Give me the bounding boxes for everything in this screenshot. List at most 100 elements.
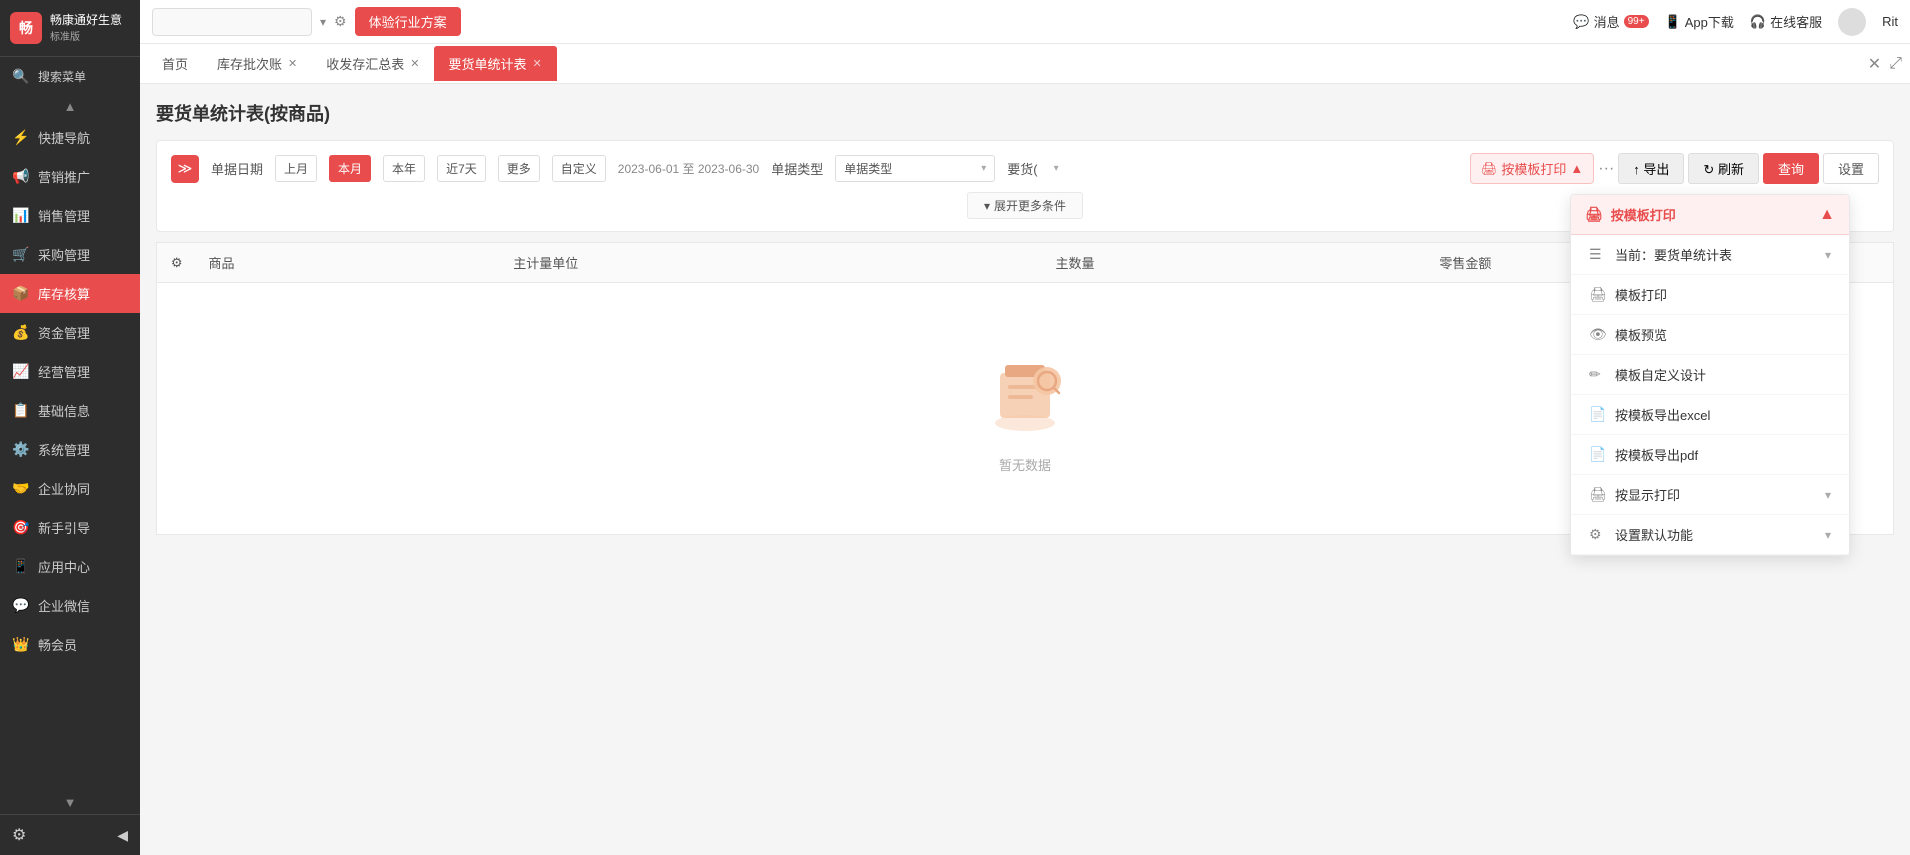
sidebar-scroll-up[interactable]: ▲ [0, 95, 140, 118]
settings-button[interactable]: 设置 [1823, 153, 1879, 184]
sidebar-item-finance[interactable]: 💰 资金管理 [0, 313, 140, 352]
export-excel-label: 按模板导出excel [1615, 405, 1831, 424]
template-preview-label: 模板预览 [1615, 325, 1831, 344]
newbie-icon: 🎯 [12, 519, 30, 537]
tab-order-summary[interactable]: 要货单统计表 ✕ [434, 46, 556, 81]
header-right: 💬 消息 99+ 📱 App下载 🎧 在线客服 Rit [1573, 8, 1898, 36]
export-button[interactable]: ↑ 导出 [1618, 153, 1684, 184]
trial-button[interactable]: 体验行业方案 [355, 7, 461, 36]
sidebar-nav: ⚡ 快捷导航 📢 营销推广 📊 销售管理 🛒 采购管理 📦 库存核算 💰 资金管… [0, 118, 140, 791]
doc-type-select[interactable]: 单据类型 ▾ [835, 155, 995, 182]
sidebar-bottom: ⚙ ◀ [0, 814, 140, 855]
query-button[interactable]: 查询 [1763, 153, 1819, 184]
tab-home[interactable]: 首页 [148, 46, 203, 81]
sidebar-item-quick-nav[interactable]: ⚡ 快捷导航 [0, 118, 140, 157]
header: ▾ ⚙ 体验行业方案 💬 消息 99+ 📱 App下载 🎧 在线客服 Rit [140, 0, 1910, 44]
logo-name: 畅康通好生意 [50, 13, 122, 29]
date-label: 单据日期 [211, 159, 263, 178]
refresh-icon: ↻ [1703, 162, 1714, 177]
sidebar-item-basic-info[interactable]: 📋 基础信息 [0, 391, 140, 430]
more-options-icon[interactable]: ··· [1598, 160, 1614, 178]
sidebar-item-system[interactable]: ⚙️ 系统管理 [0, 430, 140, 469]
tab-home-label: 首页 [162, 54, 188, 73]
basic-info-icon: 📋 [12, 402, 30, 420]
sidebar-item-vip[interactable]: 👑 畅会员 [0, 625, 140, 664]
sidebar-item-enterprise[interactable]: 🤝 企业协同 [0, 469, 140, 508]
date-btn-more[interactable]: 更多 [498, 155, 540, 182]
tab-receipt-summary[interactable]: 收发存汇总表 ✕ [312, 46, 434, 81]
sidebar-item-purchase[interactable]: 🛒 采购管理 [0, 235, 140, 274]
template-preview-icon: 👁 [1589, 326, 1605, 343]
dropdown-template-print[interactable]: 🖨 模板打印 [1571, 275, 1849, 315]
display-print-icon: 🖨 [1589, 486, 1605, 503]
sidebar-item-inventory[interactable]: 📦 库存核算 [0, 274, 140, 313]
dropdown-current-template[interactable]: ☰ 当前：要货单统计表 ▾ [1571, 235, 1849, 275]
sidebar-search-label: 搜索菜单 [38, 68, 86, 85]
sidebar-item-newbie[interactable]: 🎯 新手引导 [0, 508, 140, 547]
dropdown-export-pdf[interactable]: 📄 按模板导出pdf [1571, 435, 1849, 475]
expand-filters-button[interactable]: ▾ 展开更多条件 [967, 192, 1083, 219]
sidebar-search[interactable]: 🔍 搜索菜单 [0, 57, 140, 95]
date-btn-7days[interactable]: 近7天 [437, 155, 486, 182]
dropdown-default-func[interactable]: ⚙ 设置默认功能 ▾ [1571, 515, 1849, 555]
filter-toggle-btn[interactable]: ≫ [171, 155, 199, 183]
tab-batch-account-close[interactable]: ✕ [288, 57, 297, 70]
print-arrow-icon: ▲ [1570, 161, 1583, 176]
current-template-arrow: ▾ [1825, 248, 1831, 262]
print-template-button[interactable]: 🖨 按模板打印 ▲ [1470, 153, 1594, 184]
sidebar-item-enterprise-wechat[interactable]: 💬 企业微信 [0, 586, 140, 625]
dropdown-template-preview[interactable]: 👁 模板预览 [1571, 315, 1849, 355]
message-button[interactable]: 💬 消息 99+ [1573, 12, 1648, 31]
refresh-button[interactable]: ↻ 刷新 [1688, 153, 1759, 184]
customer-service-label: 在线客服 [1770, 12, 1822, 31]
dropdown-title-label: 按模板打印 [1611, 205, 1676, 224]
dropdown-template-custom[interactable]: ✏ 模板自定义设计 [1571, 355, 1849, 395]
header-gear-icon[interactable]: ⚙ [334, 13, 347, 30]
finance-icon: 💰 [12, 324, 30, 342]
tab-order-summary-close[interactable]: ✕ [533, 57, 542, 70]
date-btn-custom[interactable]: 自定义 [552, 155, 606, 182]
sidebar-item-app-center[interactable]: 📱 应用中心 [0, 547, 140, 586]
header-search-input[interactable] [152, 8, 312, 36]
sidebar-item-marketing[interactable]: 📢 营销推广 [0, 157, 140, 196]
sidebar-item-label: 企业协同 [38, 479, 90, 498]
tab-batch-account-label: 库存批次账 [217, 54, 282, 73]
default-func-label: 设置默认功能 [1615, 525, 1693, 544]
dropdown-print-icon: 🖨 [1585, 206, 1603, 223]
print-dropdown-panel: 🖨 按模板打印 ▲ ☰ 当前：要货单统计表 ▾ 🖨 模板打印 👁 模板预览 ✏ [1570, 194, 1850, 556]
tab-receipt-summary-close[interactable]: ✕ [410, 57, 419, 70]
tab-expand[interactable]: ⤢ [1889, 55, 1902, 73]
dropdown-display-print[interactable]: 🖨 按显示打印 ▾ [1571, 475, 1849, 515]
filter-toggle-icon: ≫ [178, 160, 193, 177]
settings-icon[interactable]: ⚙ [12, 825, 26, 845]
tab-close-all[interactable]: ✕ [1868, 54, 1881, 74]
inventory-icon: 📦 [12, 285, 30, 303]
sidebar-item-label: 新手引导 [38, 518, 90, 537]
app-download-button[interactable]: 📱 App下载 [1665, 12, 1734, 31]
export-excel-icon: 📄 [1589, 406, 1605, 423]
order-cat-select[interactable]: ▾ [1050, 163, 1059, 174]
export-pdf-label: 按模板导出pdf [1615, 445, 1831, 464]
sidebar-scroll-down[interactable]: ▼ [0, 791, 140, 814]
dropdown-close-button[interactable]: ▲ [1819, 206, 1835, 224]
date-btn-last-month[interactable]: 上月 [275, 155, 317, 182]
customer-service-button[interactable]: 🎧 在线客服 [1750, 12, 1822, 31]
collapse-icon[interactable]: ◀ [117, 827, 128, 844]
default-func-arrow: ▾ [1825, 528, 1831, 542]
tab-batch-account[interactable]: 库存批次账 ✕ [203, 46, 312, 81]
header-chevron-icon[interactable]: ▾ [320, 15, 326, 29]
message-label: 消息 [1594, 12, 1620, 31]
sales-icon: 📊 [12, 207, 30, 225]
col-settings[interactable]: ⚙ [157, 243, 197, 283]
date-btn-this-month[interactable]: 本月 [329, 155, 371, 182]
template-print-label: 模板打印 [1615, 285, 1831, 304]
display-print-label: 按显示打印 [1615, 485, 1680, 504]
sidebar-item-sales[interactable]: 📊 销售管理 [0, 196, 140, 235]
sidebar-logo: 畅 畅康通好生意 标准版 [0, 0, 140, 57]
date-range: 2023-06-01 至 2023-06-30 [618, 160, 759, 177]
date-btn-this-year[interactable]: 本年 [383, 155, 425, 182]
sidebar-item-operations[interactable]: 📈 经营管理 [0, 352, 140, 391]
filter-row: ≫ 单据日期 上月 本月 本年 近7天 更多 自定义 2023-06-01 至 … [171, 153, 1879, 184]
avatar[interactable] [1838, 8, 1866, 36]
dropdown-export-excel[interactable]: 📄 按模板导出excel [1571, 395, 1849, 435]
